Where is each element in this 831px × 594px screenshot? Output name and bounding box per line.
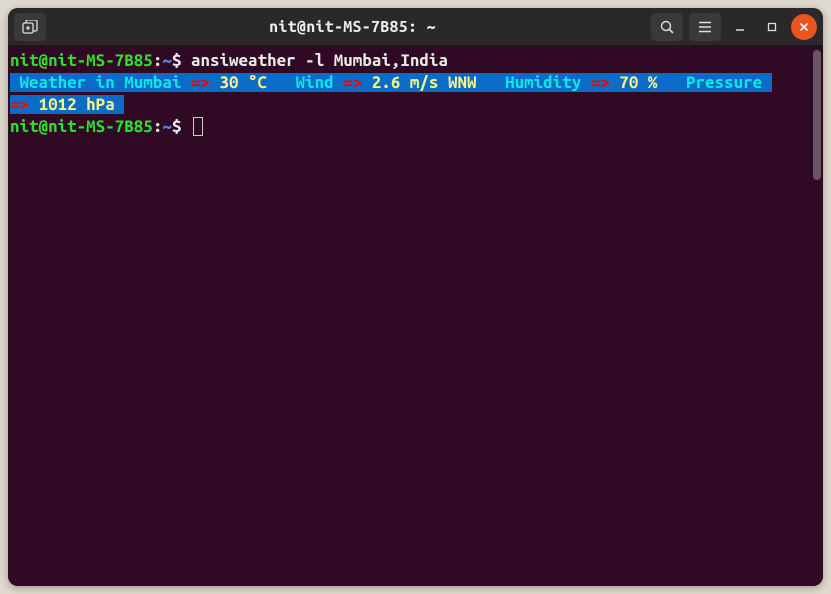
window-title: nit@nit-MS-7B85: ~ — [54, 18, 651, 36]
prompt-symbol: $ — [172, 51, 182, 70]
output-line-2: => 1012 hPa — [10, 94, 815, 116]
weather-label: Weather in Mumbai — [10, 73, 191, 92]
close-icon — [799, 22, 809, 32]
cwd: ~ — [162, 117, 172, 136]
pressure-label: Pressure — [667, 73, 772, 92]
menu-button[interactable] — [689, 13, 721, 41]
cursor — [193, 117, 203, 136]
wind-value: 2.6 m/s WNW — [372, 73, 486, 92]
search-icon — [660, 20, 674, 34]
wind-label: Wind — [277, 73, 344, 92]
scrollbar[interactable] — [813, 50, 821, 180]
minimize-icon — [735, 22, 745, 32]
titlebar: nit@nit-MS-7B85: ~ — [8, 8, 823, 46]
user-host: nit@nit-MS-7B85 — [10, 117, 153, 136]
command-text: ansiweather -l Mumbai,India — [191, 51, 448, 70]
titlebar-left — [14, 13, 54, 41]
output-line: Weather in Mumbai => 30 °C Wind => 2.6 m… — [10, 72, 815, 94]
search-button[interactable] — [651, 13, 683, 41]
titlebar-right — [651, 13, 817, 41]
maximize-icon — [767, 22, 777, 32]
minimize-button[interactable] — [727, 14, 753, 40]
terminal-content: nit@nit-MS-7B85:~$ ansiweather -l Mumbai… — [8, 50, 815, 138]
close-button[interactable] — [791, 14, 817, 40]
cwd: ~ — [162, 51, 172, 70]
separator: : — [153, 51, 163, 70]
prompt-line-2: nit@nit-MS-7B85:~$ — [10, 116, 815, 138]
user-host: nit@nit-MS-7B85 — [10, 51, 153, 70]
separator: : — [153, 117, 163, 136]
new-tab-icon — [22, 20, 38, 34]
prompt-symbol: $ — [172, 117, 182, 136]
maximize-button[interactable] — [759, 14, 785, 40]
arrow: => — [10, 95, 39, 114]
terminal-body[interactable]: nit@nit-MS-7B85:~$ ansiweather -l Mumbai… — [8, 46, 823, 586]
temp-value: 30 °C — [219, 73, 276, 92]
hamburger-icon — [698, 21, 712, 33]
humidity-value: 70 % — [619, 73, 667, 92]
arrow: => — [191, 73, 220, 92]
arrow: => — [591, 73, 620, 92]
pressure-value: 1012 hPa — [39, 95, 125, 114]
prompt-line-1: nit@nit-MS-7B85:~$ ansiweather -l Mumbai… — [10, 50, 815, 72]
terminal-window: nit@nit-MS-7B85: ~ — [8, 8, 823, 586]
arrow: => — [343, 73, 372, 92]
humidity-label: Humidity — [486, 73, 591, 92]
new-tab-button[interactable] — [14, 13, 46, 41]
